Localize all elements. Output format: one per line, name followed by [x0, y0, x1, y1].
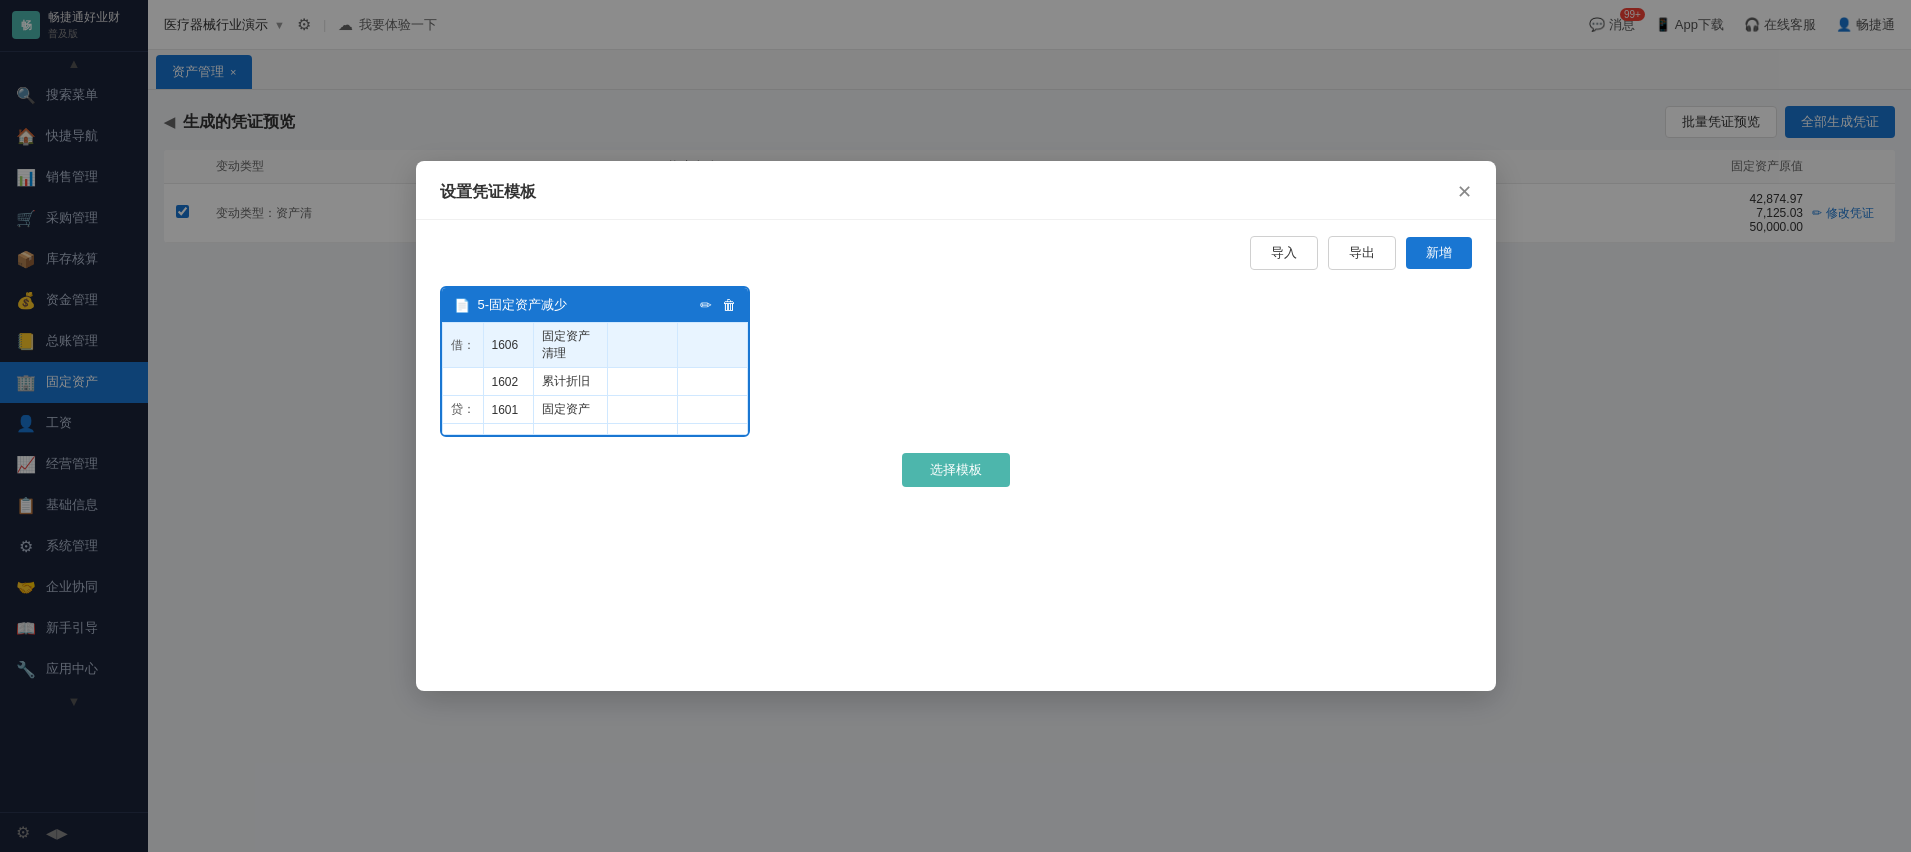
entry-code: 1602 — [483, 368, 533, 396]
template-card-actions: ✏ 🗑 — [700, 297, 736, 313]
entry-code: 1606 — [483, 323, 533, 368]
entry-side — [442, 424, 483, 435]
entry-debit — [607, 396, 677, 424]
entry-credit — [677, 368, 747, 396]
entry-side — [442, 368, 483, 396]
template-card: 📄 5-固定资产减少 ✏ 🗑 借： 1606 固定资产清理 1602 累计折旧 … — [440, 286, 750, 437]
template-entry-row: 借： 1606 固定资产清理 — [442, 323, 747, 368]
select-template-button[interactable]: 选择模板 — [902, 453, 1010, 487]
template-entries-table: 借： 1606 固定资产清理 1602 累计折旧 贷： 1601 固定资产 — [442, 322, 748, 435]
entry-name: 固定资产清理 — [533, 323, 607, 368]
entry-side: 贷： — [442, 396, 483, 424]
entry-debit — [607, 323, 677, 368]
template-edit-icon[interactable]: ✏ — [700, 297, 712, 313]
entry-name: 固定资产 — [533, 396, 607, 424]
template-card-header: 📄 5-固定资产减少 ✏ 🗑 — [442, 288, 748, 322]
template-entry-row: 贷： 1601 固定资产 — [442, 396, 747, 424]
template-card-title: 📄 5-固定资产减少 — [454, 296, 568, 314]
entry-credit — [677, 424, 747, 435]
dialog-body: 📄 5-固定资产减少 ✏ 🗑 借： 1606 固定资产清理 1602 累计折旧 … — [416, 286, 1496, 487]
entry-code: 1601 — [483, 396, 533, 424]
entry-credit — [677, 323, 747, 368]
entry-credit — [677, 396, 747, 424]
entry-name — [533, 424, 607, 435]
template-entry-row — [442, 424, 747, 435]
dialog-title: 设置凭证模板 — [440, 182, 536, 203]
entry-side: 借： — [442, 323, 483, 368]
entry-debit — [607, 424, 677, 435]
template-delete-icon[interactable]: 🗑 — [722, 297, 736, 313]
dialog-header: 设置凭证模板 ✕ — [416, 161, 1496, 220]
modal-overlay: 设置凭证模板 ✕ 导入 导出 新增 📄 5-固定资产减少 ✏ 🗑 — [0, 0, 1911, 852]
entry-debit — [607, 368, 677, 396]
export-button[interactable]: 导出 — [1328, 236, 1396, 270]
template-entry-row: 1602 累计折旧 — [442, 368, 747, 396]
dialog: 设置凭证模板 ✕ 导入 导出 新增 📄 5-固定资产减少 ✏ 🗑 — [416, 161, 1496, 691]
entry-name: 累计折旧 — [533, 368, 607, 396]
new-button[interactable]: 新增 — [1406, 237, 1472, 269]
dialog-toolbar: 导入 导出 新增 — [416, 220, 1496, 286]
dialog-close-button[interactable]: ✕ — [1457, 181, 1472, 203]
template-doc-icon: 📄 — [454, 298, 470, 313]
entry-code — [483, 424, 533, 435]
import-button[interactable]: 导入 — [1250, 236, 1318, 270]
template-id-label: 5-固定资产减少 — [478, 296, 568, 314]
